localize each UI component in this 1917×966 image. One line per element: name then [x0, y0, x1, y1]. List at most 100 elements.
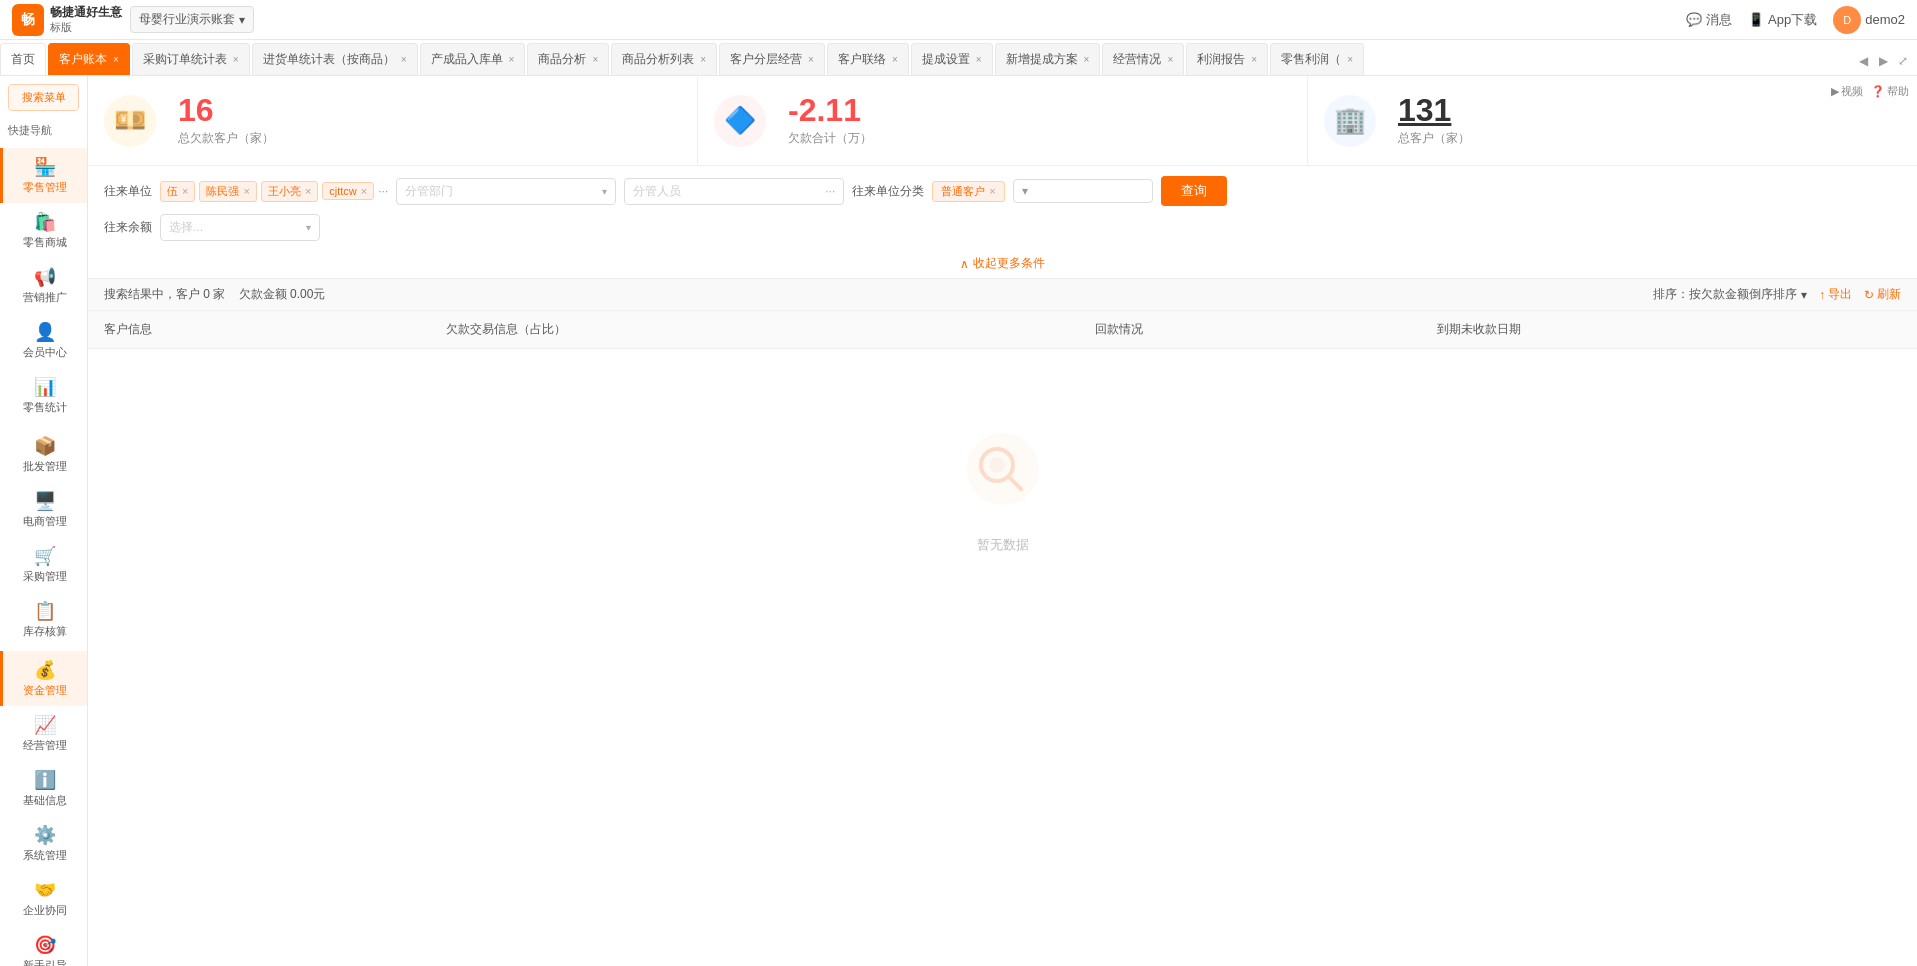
sidebar-item-inventory-check[interactable]: 📋 库存核算: [0, 592, 87, 647]
search-results-info: 搜索结果中，客户 0 家 欠款金额 0.00元: [104, 286, 325, 303]
close-tab-boost-settings[interactable]: ×: [976, 54, 982, 65]
close-tab-retail-profit[interactable]: ×: [1347, 54, 1353, 65]
sidebar-item-ecommerce-mgmt[interactable]: 🖥️ 电商管理: [0, 482, 87, 537]
sidebar-item-label: 资金管理: [23, 683, 67, 698]
remove-unit-tag-wu[interactable]: ×: [182, 185, 188, 197]
tab-product-inbound[interactable]: 产成品入库单 ×: [420, 43, 526, 75]
sidebar-item-finance-mgmt[interactable]: 💰 资金管理: [0, 651, 87, 706]
amount-placeholder: 选择...: [169, 219, 203, 236]
sidebar-item-enterprise-collab[interactable]: 🤝 企业协同: [0, 871, 87, 926]
tab-product-analysis-list[interactable]: 商品分析列表 ×: [611, 43, 717, 75]
close-tab-customer-book[interactable]: ×: [113, 54, 119, 65]
sidebar-item-retail-stats[interactable]: 📊 零售统计: [0, 368, 87, 423]
help-btn[interactable]: ❓ 帮助: [1871, 84, 1909, 99]
tab-customer-segment[interactable]: 客户分层经营 ×: [719, 43, 825, 75]
remove-unit-type-tag[interactable]: ×: [989, 185, 995, 197]
sidebar-item-retail-mgmt[interactable]: 🏪 零售管理: [0, 148, 87, 203]
unit-tag-chen: 陈民强 ×: [199, 181, 256, 202]
close-tab-purchase-order[interactable]: ×: [233, 54, 239, 65]
sidebar-item-new-user-guide[interactable]: 🎯 新手引导: [0, 926, 87, 966]
query-button[interactable]: 查询: [1161, 176, 1227, 206]
nav-next-btn[interactable]: ▶: [1873, 47, 1893, 75]
video-btn[interactable]: ▶ 视频: [1831, 84, 1863, 99]
tab-retail-profit[interactable]: 零售利润（ ×: [1270, 43, 1364, 75]
unit-type-tag-normal: 普通客户 ×: [932, 181, 1004, 202]
tab-add-boost[interactable]: 新增提成方案 ×: [995, 43, 1101, 75]
collapse-filter-btn[interactable]: ∧ 收起更多条件: [104, 249, 1901, 278]
col-due-date: 到期未收款日期: [1421, 311, 1917, 349]
close-tab-product-analysis[interactable]: ×: [592, 54, 598, 65]
tab-customer-contact[interactable]: 客户联络 ×: [827, 43, 909, 75]
sidebar-item-label: 库存核算: [23, 624, 67, 639]
app-download-btn[interactable]: 📱 App下载: [1748, 11, 1817, 29]
retail-stats-icon: 📊: [34, 376, 56, 398]
tab-customer-book[interactable]: 客户账本 ×: [48, 43, 130, 75]
stat-bg-circle-3: 🏢: [1324, 95, 1376, 147]
tab-product-analysis[interactable]: 商品分析 ×: [527, 43, 609, 75]
close-tab-operations[interactable]: ×: [1167, 54, 1173, 65]
close-tab-add-boost[interactable]: ×: [1084, 54, 1090, 65]
sidebar-item-retail-store[interactable]: 🛍️ 零售商城: [0, 203, 87, 258]
search-results-actions: 排序：按欠款金额倒序排序 ▾ ↑ 导出 ↻ 刷新: [1653, 286, 1901, 303]
sort-select[interactable]: 排序：按欠款金额倒序排序 ▾: [1653, 286, 1807, 303]
person-filter-select[interactable]: 分管人员 ···: [624, 178, 844, 205]
collapse-up-icon: ∧: [960, 257, 969, 271]
close-tab-product-inbound[interactable]: ×: [509, 54, 515, 65]
sidebar-item-label: 会员中心: [23, 345, 67, 360]
tab-profit-report[interactable]: 利润报告 ×: [1186, 43, 1268, 75]
logo-area: 畅 畅捷通好生意 标版: [12, 4, 122, 36]
remove-unit-tag-cjttcw[interactable]: ×: [361, 185, 367, 197]
main-layout: 搜索菜单 快捷导航 🏪 零售管理 🛍️ 零售商城 📢 营销推广 👤 会员中心 📊…: [0, 76, 1917, 966]
tab-purchase-order[interactable]: 采购订单统计表 ×: [132, 43, 250, 75]
stat-text-1: 16 总欠款客户（家）: [178, 94, 274, 147]
nav-expand-btn[interactable]: ⤢: [1893, 47, 1913, 75]
sidebar-item-member-center[interactable]: 👤 会员中心: [0, 313, 87, 368]
export-btn[interactable]: ↑ 导出: [1819, 286, 1852, 303]
quick-nav-label[interactable]: 快捷导航: [0, 119, 87, 144]
tab-home[interactable]: 首页: [0, 43, 46, 75]
user-menu[interactable]: D demo2: [1833, 6, 1905, 34]
remove-unit-tag-chen[interactable]: ×: [243, 185, 249, 197]
close-tab-customer-segment[interactable]: ×: [808, 54, 814, 65]
refresh-btn[interactable]: ↻ 刷新: [1864, 286, 1901, 303]
search-menu-btn[interactable]: 搜索菜单: [8, 84, 79, 111]
sidebar-item-system-mgmt[interactable]: ⚙️ 系统管理: [0, 816, 87, 871]
tab-operations[interactable]: 经营情况 ×: [1102, 43, 1184, 75]
amount-arrow-icon: ▾: [306, 222, 311, 233]
stat-label-customers: 总欠款客户（家）: [178, 130, 274, 147]
amount-filter-label: 往来余额: [104, 219, 152, 236]
unit-tag-wu: 伍 ×: [160, 181, 195, 202]
dept-filter-select[interactable]: 分管部门 ▾: [396, 178, 616, 205]
sidebar-item-label: 经营管理: [23, 738, 67, 753]
unit-type-filter-select[interactable]: ▾: [1013, 179, 1153, 203]
data-table-wrapper: 客户信息 欠款交易信息（占比） 回款情况 到期未收款日期: [88, 311, 1917, 966]
close-tab-product-analysis-list[interactable]: ×: [700, 54, 706, 65]
sidebar-item-marketing[interactable]: 📢 营销推广: [0, 258, 87, 313]
close-tab-inbound-stats[interactable]: ×: [401, 54, 407, 65]
sidebar-item-label: 采购管理: [23, 569, 67, 584]
ecommerce-icon: 🖥️: [34, 490, 56, 512]
empty-text: 暂无数据: [977, 536, 1029, 554]
avatar: D: [1833, 6, 1861, 34]
unit-type-dropdown-arrow: ▾: [1022, 184, 1028, 198]
message-btn[interactable]: 💬 消息: [1686, 11, 1732, 29]
stat-bg-circle-2: 🔷: [714, 95, 766, 147]
tab-inbound-stats[interactable]: 进货单统计表（按商品） ×: [252, 43, 418, 75]
col-customer-info: 客户信息: [88, 311, 430, 349]
stat-label-total-customers: 总客户（家）: [1398, 130, 1470, 147]
more-unit-tags[interactable]: ···: [378, 184, 388, 198]
close-tab-profit-report[interactable]: ×: [1251, 54, 1257, 65]
sidebar-item-wholesale-mgmt[interactable]: 📦 批发管理: [0, 427, 87, 482]
sidebar-item-operations-mgmt[interactable]: 📈 经营管理: [0, 706, 87, 761]
sidebar-item-basic-info[interactable]: ℹ️ 基础信息: [0, 761, 87, 816]
amount-filter-select[interactable]: 选择... ▾: [160, 214, 320, 241]
stat-value-total-customers: 131: [1398, 94, 1470, 126]
remove-unit-tag-wang[interactable]: ×: [305, 185, 311, 197]
account-selector[interactable]: 母婴行业演示账套 ▾: [130, 6, 254, 33]
tab-boost-settings[interactable]: 提成设置 ×: [911, 43, 993, 75]
sidebar-item-purchase-mgmt[interactable]: 🛒 采购管理: [0, 537, 87, 592]
search-results-bar: 搜索结果中，客户 0 家 欠款金额 0.00元 排序：按欠款金额倒序排序 ▾ ↑…: [88, 279, 1917, 311]
close-tab-customer-contact[interactable]: ×: [892, 54, 898, 65]
nav-prev-btn[interactable]: ◀: [1853, 47, 1873, 75]
table-header-row: 客户信息 欠款交易信息（占比） 回款情况 到期未收款日期: [88, 311, 1917, 349]
